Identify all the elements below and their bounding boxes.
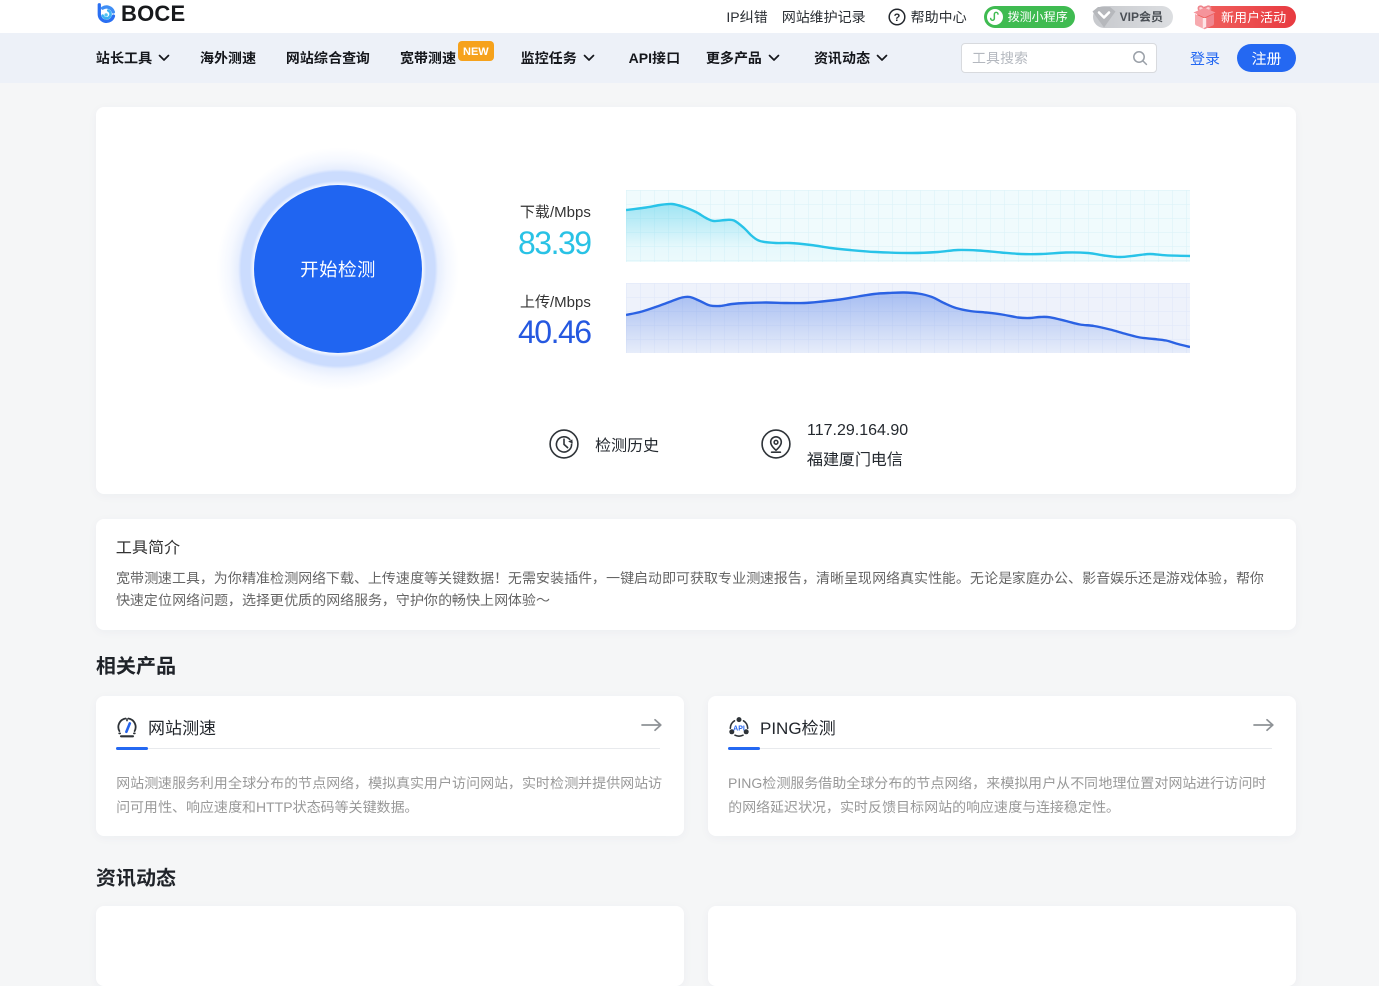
svg-text:API: API xyxy=(733,726,745,733)
svg-text:?: ? xyxy=(893,12,900,24)
